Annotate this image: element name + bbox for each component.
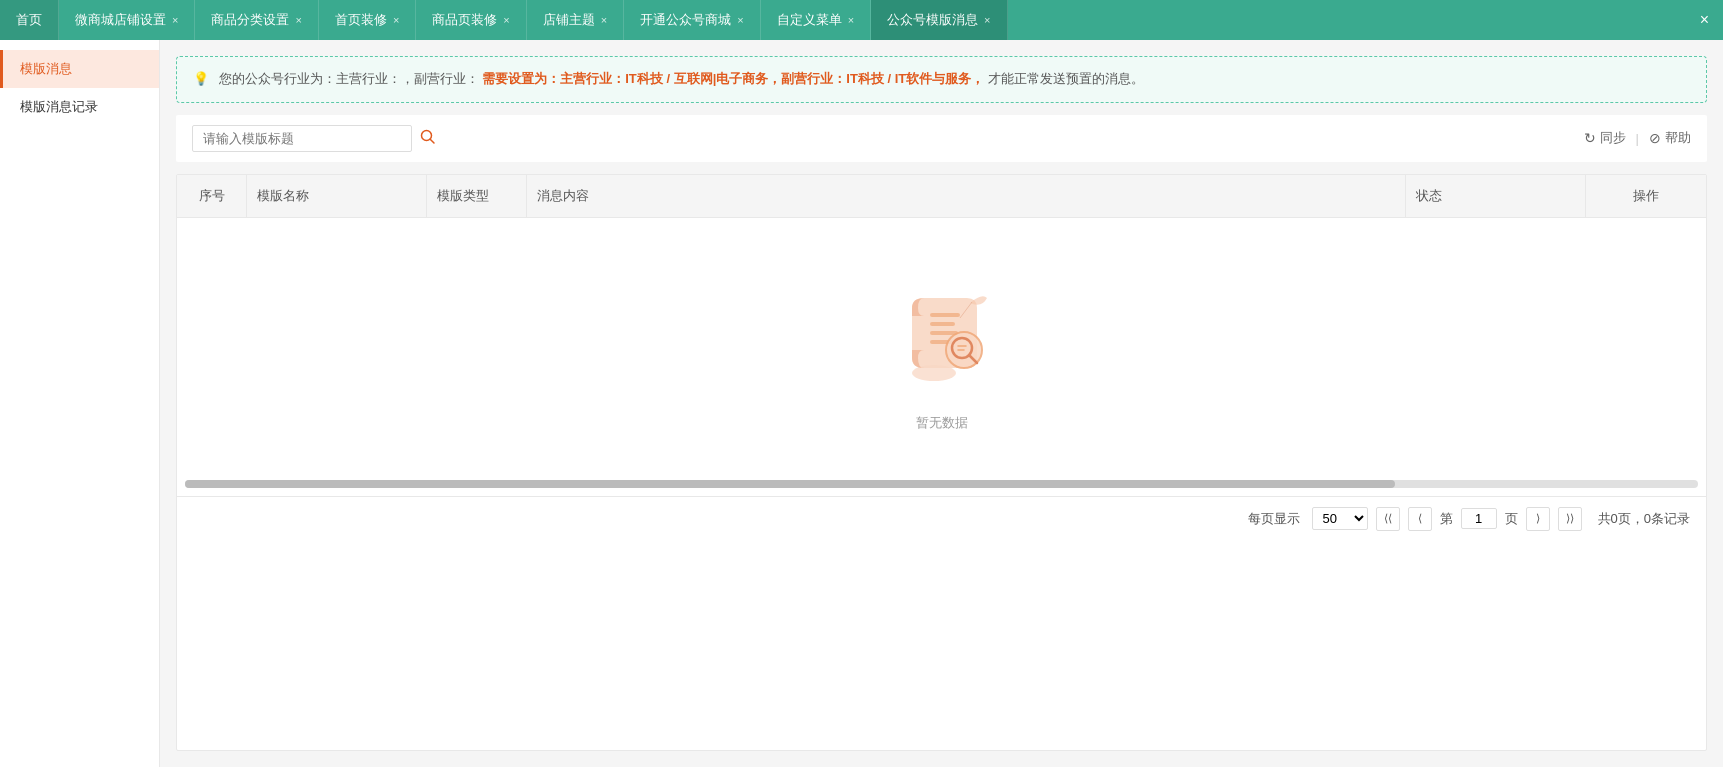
nav-item-home[interactable]: 首页 <box>0 0 59 40</box>
page-label-post: 页 <box>1505 510 1518 528</box>
nav-item-product-deco[interactable]: 商品页装修× <box>416 0 526 40</box>
notice-text-prefix: 您的公众号行业为：主营行业：，副营行业： <box>219 71 479 86</box>
prev-page-button[interactable]: ⟨ <box>1408 507 1432 531</box>
search-right: ↻ 同步 | ⊘ 帮助 <box>1584 129 1691 147</box>
first-page-button[interactable]: ⟨⟨ <box>1376 507 1400 531</box>
help-icon: ⊘ <box>1649 130 1661 146</box>
horizontal-scrollbar[interactable] <box>185 480 1698 488</box>
sidebar: 模版消息模版消息记录 <box>0 40 160 767</box>
nav-item-homepage-deco[interactable]: 首页装修× <box>319 0 416 40</box>
col-header-name: 模版名称 <box>247 175 427 217</box>
scrollbar-thumb[interactable] <box>185 480 1395 488</box>
notice-box: 💡 您的公众号行业为：主营行业：，副营行业： 需要设置为：主营行业：IT科技 /… <box>176 56 1707 103</box>
nav-close-open-mall[interactable]: × <box>737 14 743 26</box>
search-bar: ↻ 同步 | ⊘ 帮助 <box>176 115 1707 162</box>
nav-item-open-mall[interactable]: 开通公众号商城× <box>624 0 760 40</box>
nav-item-shop-theme[interactable]: 店铺主题× <box>527 0 624 40</box>
sidebar-item-template-msg-record[interactable]: 模版消息记录 <box>0 88 159 126</box>
col-header-content: 消息内容 <box>527 175 1406 217</box>
search-left <box>192 125 436 152</box>
divider: | <box>1636 131 1639 146</box>
notice-text-suffix: 才能正常发送预置的消息。 <box>988 71 1144 86</box>
empty-text: 暂无数据 <box>916 414 968 432</box>
nav-close-template-msg[interactable]: × <box>984 14 990 26</box>
nav-close-product-deco[interactable]: × <box>503 14 509 26</box>
nav-item-product-category[interactable]: 商品分类设置× <box>195 0 318 40</box>
main-layout: 模版消息模版消息记录 💡 您的公众号行业为：主营行业：，副营行业： 需要设置为：… <box>0 40 1723 767</box>
sync-button[interactable]: ↻ 同步 <box>1584 129 1626 147</box>
empty-state: 暂无数据 <box>177 218 1706 472</box>
content-area: 💡 您的公众号行业为：主营行业：，副营行业： 需要设置为：主营行业：IT科技 /… <box>160 40 1723 767</box>
nav-item-template-msg[interactable]: 公众号模版消息× <box>871 0 1007 40</box>
sync-icon: ↻ <box>1584 130 1596 146</box>
search-input[interactable] <box>192 125 412 152</box>
pagination-bar: 每页显示 50 10 20 100 ⟨⟨ ⟨ 第 页 ⟩ ⟩⟩ 共0页，0条记录 <box>177 496 1706 541</box>
empty-icon <box>882 278 1002 398</box>
nav-close-product-category[interactable]: × <box>295 14 301 26</box>
help-label: 帮助 <box>1665 129 1691 147</box>
page-label-pre: 第 <box>1440 510 1453 528</box>
notice-icon: 💡 <box>193 71 209 86</box>
svg-rect-3 <box>930 313 960 317</box>
top-navigation: 首页微商城店铺设置×商品分类设置×首页装修×商品页装修×店铺主题×开通公众号商城… <box>0 0 1723 40</box>
notice-highlight: 需要设置为：主营行业：IT科技 / 互联网|电子商务，副营行业：IT科技 / I… <box>482 71 984 86</box>
svg-rect-4 <box>930 322 955 326</box>
nav-close-custom-menu[interactable]: × <box>848 14 854 26</box>
sidebar-item-template-msg[interactable]: 模版消息 <box>0 50 159 88</box>
col-header-action: 操作 <box>1586 175 1706 217</box>
page-size-label: 每页显示 <box>1248 510 1300 528</box>
nav-item-custom-menu[interactable]: 自定义菜单× <box>761 0 871 40</box>
page-size-select[interactable]: 50 10 20 100 <box>1312 507 1368 530</box>
last-page-button[interactable]: ⟩⟩ <box>1558 507 1582 531</box>
next-page-button[interactable]: ⟩ <box>1526 507 1550 531</box>
help-button[interactable]: ⊘ 帮助 <box>1649 129 1691 147</box>
page-total: 共0页，0条记录 <box>1598 510 1690 528</box>
col-header-type: 模版类型 <box>427 175 527 217</box>
scrollbar-container[interactable] <box>177 472 1706 496</box>
nav-close-homepage-deco[interactable]: × <box>393 14 399 26</box>
nav-close-shop-theme[interactable]: × <box>601 14 607 26</box>
global-close-button[interactable]: × <box>1686 0 1723 40</box>
sync-label: 同步 <box>1600 129 1626 147</box>
col-header-status: 状态 <box>1406 175 1586 217</box>
data-table: 序号 模版名称 模版类型 消息内容 状态 操作 <box>176 174 1707 751</box>
nav-item-weshop-settings[interactable]: 微商城店铺设置× <box>59 0 195 40</box>
svg-line-1 <box>430 139 434 143</box>
search-button[interactable] <box>420 129 436 148</box>
col-header-seq: 序号 <box>177 175 247 217</box>
page-input[interactable] <box>1461 508 1497 529</box>
table-header: 序号 模版名称 模版类型 消息内容 状态 操作 <box>177 175 1706 218</box>
nav-close-weshop-settings[interactable]: × <box>172 14 178 26</box>
